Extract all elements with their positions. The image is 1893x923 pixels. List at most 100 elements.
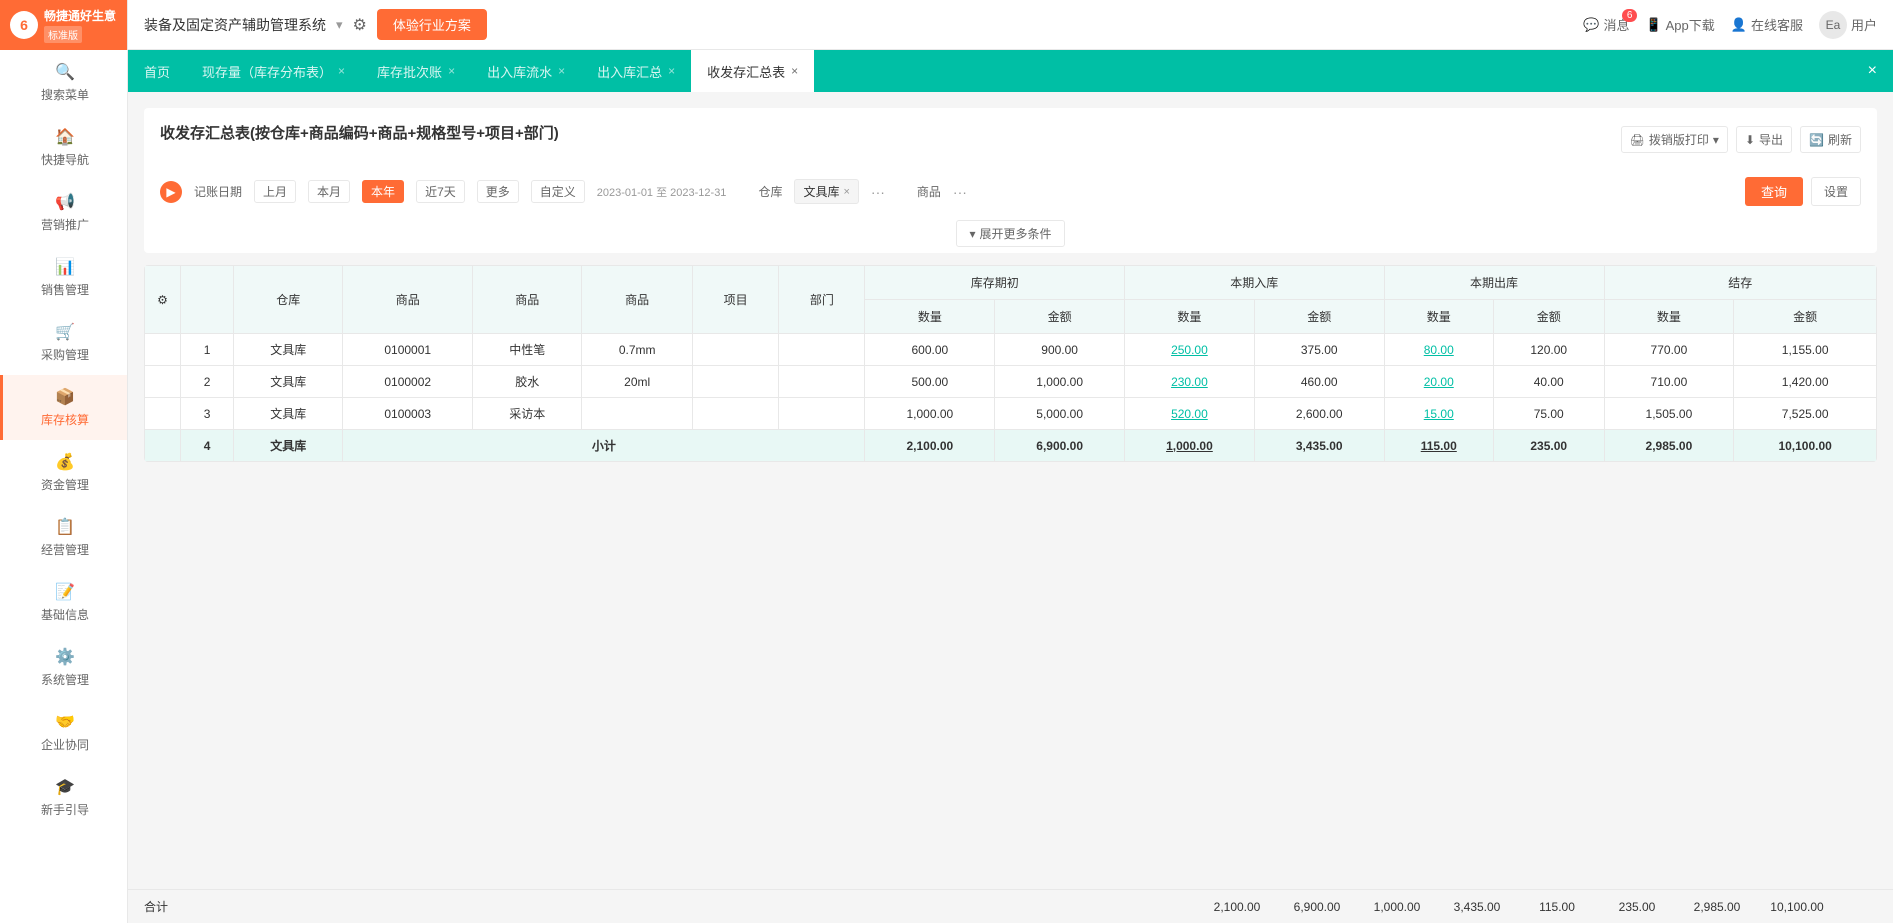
expand-row: ▾ 展开更多条件 bbox=[160, 206, 1861, 253]
sidebar-item-marketing[interactable]: 📢 营销推广 bbox=[0, 180, 127, 245]
date-btn-more[interactable]: 更多 bbox=[477, 180, 519, 203]
export-label: 导出 bbox=[1759, 131, 1783, 148]
enterprise-icon: 🤝 bbox=[55, 712, 75, 732]
row-out-qty[interactable]: 80.00 bbox=[1384, 334, 1493, 366]
tab-home[interactable]: 首页 bbox=[128, 50, 186, 92]
sidebar-item-system[interactable]: ⚙️ 系统管理 bbox=[0, 635, 127, 700]
config-icon[interactable]: ⚙ bbox=[353, 15, 367, 35]
sidebar-item-quicknav[interactable]: 🏠 快捷导航 bbox=[0, 115, 127, 180]
expand-more-btn[interactable]: ▾ 展开更多条件 bbox=[956, 220, 1064, 247]
app-download-item[interactable]: 📱 App下载 bbox=[1645, 15, 1714, 34]
settings-button[interactable]: 设置 bbox=[1811, 177, 1861, 206]
row-out-qty[interactable]: 20.00 bbox=[1384, 366, 1493, 398]
filter-row-1: ▶ 记账日期 上月 本月 本年 近7天 更多 自定义 2023-01-01 至 … bbox=[160, 177, 1861, 206]
row-out-qty[interactable]: 15.00 bbox=[1384, 398, 1493, 430]
try-button[interactable]: 体验行业方案 bbox=[377, 9, 487, 40]
warehouse-tag-value: 文具库 bbox=[803, 183, 839, 200]
tab-bar-close-all[interactable]: × bbox=[1852, 62, 1893, 80]
sidebar-item-newbie[interactable]: 🎓 新手引导 bbox=[0, 765, 127, 830]
query-button[interactable]: 查询 bbox=[1745, 177, 1803, 206]
th-name: 商品 bbox=[473, 266, 582, 334]
date-btn-7days[interactable]: 近7天 bbox=[416, 180, 465, 203]
row-open-amt: 900.00 bbox=[995, 334, 1125, 366]
tab-inout-flow-close[interactable]: × bbox=[558, 64, 565, 78]
subtotal-settings bbox=[145, 430, 181, 462]
page-title: 收发存汇总表(按仓库+商品编码+商品+规格型号+项目+部门) bbox=[160, 122, 559, 143]
tab-stock-dist-close[interactable]: × bbox=[338, 64, 345, 78]
sidebar-item-basic[interactable]: 📝 基础信息 bbox=[0, 570, 127, 635]
sidebar-item-operations[interactable]: 📋 经营管理 bbox=[0, 505, 127, 570]
tab-inout-flow[interactable]: 出入库流水 × bbox=[471, 50, 581, 92]
th-seq bbox=[181, 266, 234, 334]
date-btn-custom[interactable]: 自定义 bbox=[531, 180, 585, 203]
row-out-amt: 120.00 bbox=[1493, 334, 1604, 366]
sidebar-item-purchase[interactable]: 🛒 采购管理 bbox=[0, 310, 127, 375]
filter-arrow-btn[interactable]: ▶ bbox=[160, 181, 182, 203]
goods-more[interactable]: ··· bbox=[953, 184, 967, 200]
th-out: 本期出库 bbox=[1384, 266, 1604, 300]
sidebar-item-label: 搜索菜单 bbox=[41, 86, 89, 103]
marketing-icon: 📢 bbox=[55, 192, 75, 212]
warehouse-tag[interactable]: 文具库 × bbox=[794, 179, 858, 204]
row-in-qty[interactable]: 250.00 bbox=[1125, 334, 1255, 366]
date-btn-this-month[interactable]: 本月 bbox=[308, 180, 350, 203]
sidebar-item-label: 快捷导航 bbox=[41, 151, 89, 168]
tab-recv-send-close[interactable]: × bbox=[791, 64, 798, 78]
export-icon: ⬇ bbox=[1745, 133, 1755, 147]
warehouse-more[interactable]: ··· bbox=[871, 184, 885, 200]
tab-stock-dist[interactable]: 现存量（库存分布表） × bbox=[186, 50, 361, 92]
date-btn-last-month[interactable]: 上月 bbox=[254, 180, 296, 203]
th-out-amt: 金额 bbox=[1493, 300, 1604, 334]
row-close-amt: 1,155.00 bbox=[1734, 334, 1877, 366]
system-name: 装备及固定资产辅助管理系统 bbox=[144, 15, 326, 35]
row-out-amt: 40.00 bbox=[1493, 366, 1604, 398]
sidebar-item-enterprise[interactable]: 🤝 企业协同 bbox=[0, 700, 127, 765]
row-open-qty: 600.00 bbox=[865, 334, 995, 366]
warehouse-label: 仓库 bbox=[758, 183, 782, 200]
row-in-qty[interactable]: 520.00 bbox=[1125, 398, 1255, 430]
sidebar-nav: 🔍 搜索菜单 🏠 快捷导航 📢 营销推广 📊 销售管理 🛒 采购管理 📦 库存核… bbox=[0, 50, 127, 923]
row-settings bbox=[145, 398, 181, 430]
th-settings: ⚙ bbox=[145, 266, 181, 334]
row-open-qty: 500.00 bbox=[865, 366, 995, 398]
tab-recv-send[interactable]: 收发存汇总表 × bbox=[691, 50, 814, 92]
footer-total: 合计 2,100.00 6,900.00 1,000.00 3,435.00 1… bbox=[128, 889, 1893, 923]
th-dept: 部门 bbox=[779, 266, 865, 334]
operations-icon: 📋 bbox=[55, 517, 75, 537]
total-label: 合计 bbox=[144, 898, 344, 915]
gear-icon[interactable]: ⚙ bbox=[157, 293, 168, 307]
export-button[interactable]: ⬇ 导出 bbox=[1736, 126, 1792, 153]
tab-inout-summary[interactable]: 出入库汇总 × bbox=[581, 50, 691, 92]
row-in-qty[interactable]: 230.00 bbox=[1125, 366, 1255, 398]
user-item[interactable]: Ea 用户 bbox=[1819, 11, 1877, 39]
message-item[interactable]: 💬 消息 6 bbox=[1583, 15, 1629, 34]
tab-inout-summary-close[interactable]: × bbox=[668, 64, 675, 78]
sidebar-item-sales[interactable]: 📊 销售管理 bbox=[0, 245, 127, 310]
purchase-icon: 🛒 bbox=[55, 322, 75, 342]
sidebar-item-inventory[interactable]: 📦 库存核算 bbox=[0, 375, 127, 440]
th-out-qty: 数量 bbox=[1384, 300, 1493, 334]
user-label: 用户 bbox=[1851, 15, 1877, 34]
tab-batch-ledger-close[interactable]: × bbox=[448, 64, 455, 78]
data-table: ⚙ 仓库 商品 商品 商品 项目 部门 库存期初 本期入库 本期出库 结存 bbox=[144, 265, 1877, 462]
print-button[interactable]: 🖨 拨销版打印 ▾ bbox=[1621, 126, 1728, 153]
table-container: ⚙ 仓库 商品 商品 商品 项目 部门 库存期初 本期入库 本期出库 结存 bbox=[144, 265, 1877, 462]
total-in-amt: 3,435.00 bbox=[1437, 900, 1517, 914]
th-open-amt: 金额 bbox=[995, 300, 1125, 334]
top-header: 装备及固定资产辅助管理系统 ▾ ⚙ 体验行业方案 💬 消息 6 📱 App下载 … bbox=[128, 0, 1893, 50]
tab-batch-ledger[interactable]: 库存批次账 × bbox=[361, 50, 471, 92]
tab-recv-send-label: 收发存汇总表 bbox=[707, 62, 785, 81]
row-settings bbox=[145, 334, 181, 366]
row-out-amt: 75.00 bbox=[1493, 398, 1604, 430]
sidebar-item-search[interactable]: 🔍 搜索菜单 bbox=[0, 50, 127, 115]
warehouse-tag-close[interactable]: × bbox=[843, 186, 849, 198]
refresh-button[interactable]: 🔄 刷新 bbox=[1800, 126, 1861, 153]
date-btn-this-year[interactable]: 本年 bbox=[362, 180, 404, 203]
sidebar-item-finance[interactable]: 💰 资金管理 bbox=[0, 440, 127, 505]
chevron-down-icon: ▾ bbox=[336, 17, 343, 33]
total-open-qty: 2,100.00 bbox=[1197, 900, 1277, 914]
row-project bbox=[692, 334, 778, 366]
row-open-amt: 1,000.00 bbox=[995, 366, 1125, 398]
subtotal-in-amt: 3,435.00 bbox=[1254, 430, 1384, 462]
service-item[interactable]: 👤 在线客服 bbox=[1731, 15, 1803, 34]
